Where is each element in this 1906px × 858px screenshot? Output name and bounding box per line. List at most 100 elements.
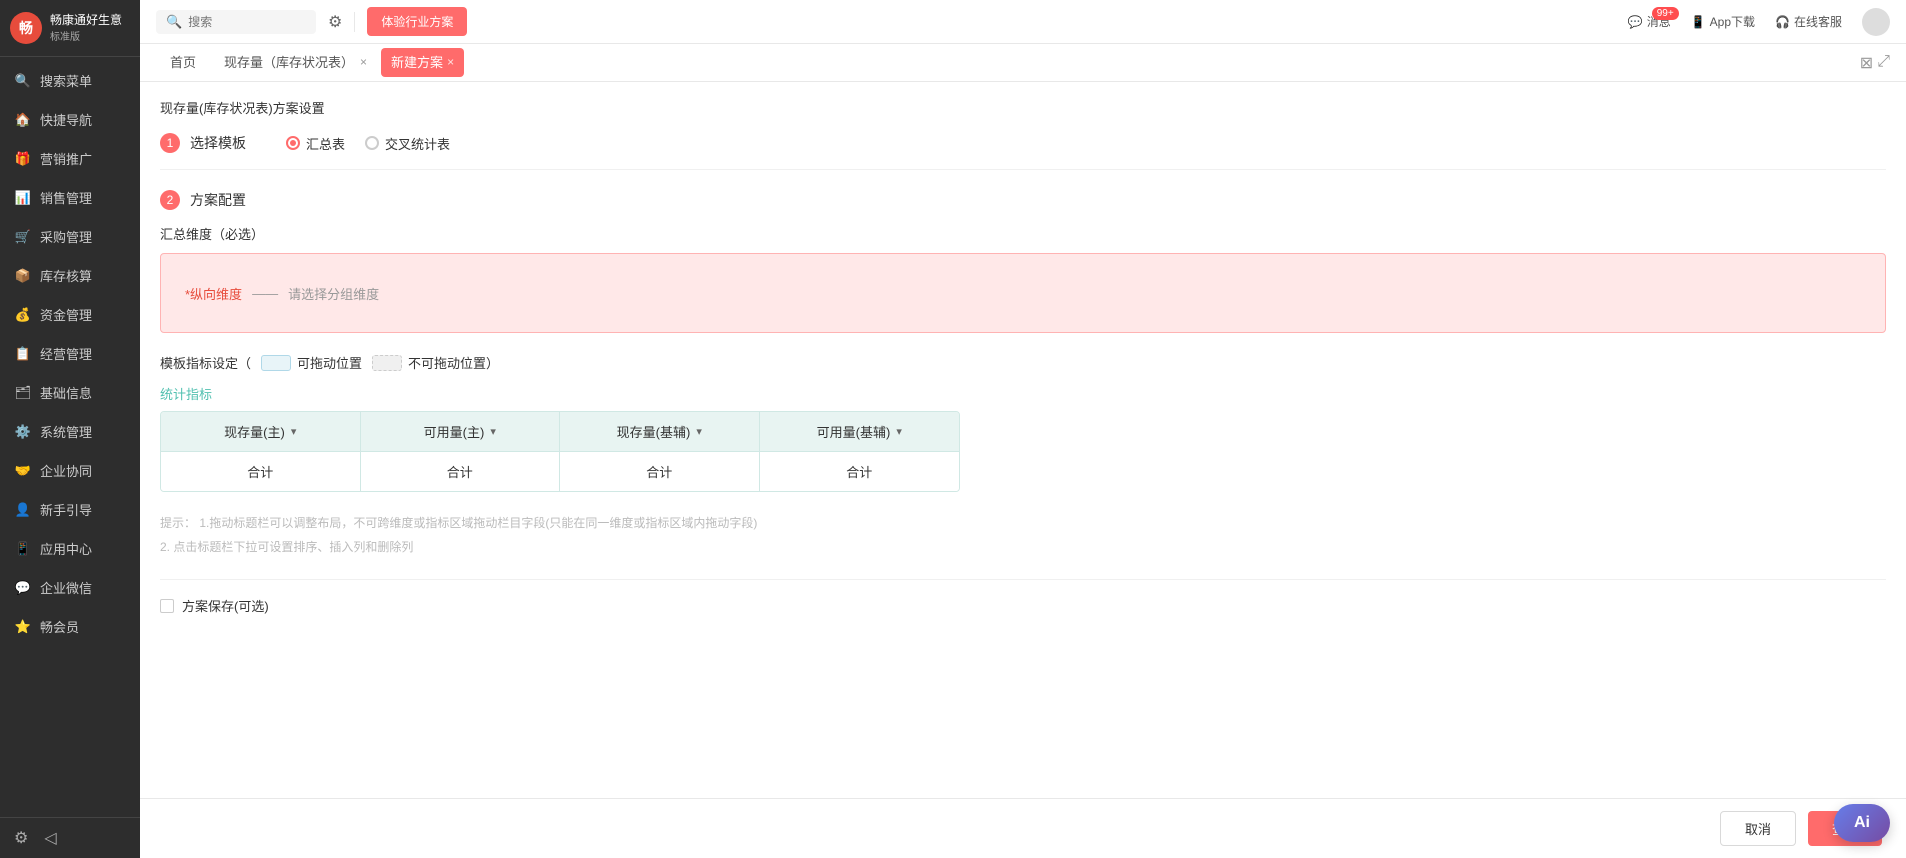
- member-icon: ⭐: [14, 618, 32, 636]
- newbie-label: 新手引导: [40, 500, 92, 519]
- sidebar: 畅 畅康通好生意 标准版 🔍 搜索菜单 🏠 快捷导航 🎁 营销推广 📊 销售管理…: [0, 0, 140, 858]
- radio-summary[interactable]: 汇总表: [286, 134, 345, 153]
- draggable-label: 可拖动位置: [297, 353, 362, 372]
- speaker-footer-icon[interactable]: ◁: [44, 828, 56, 848]
- section2-header: 2 方案配置: [160, 190, 1886, 210]
- search-box[interactable]: 🔍: [156, 10, 316, 34]
- section1-num: 1: [160, 133, 180, 153]
- sidebar-item-wechat[interactable]: 💬 企业微信: [0, 568, 140, 607]
- indicator-settings-bar: 模板指标设定（ 可拖动位置 不可拖动位置）: [160, 353, 1886, 372]
- cancel-button[interactable]: 取消: [1720, 811, 1796, 846]
- save-option-label: 方案保存(可选): [182, 596, 269, 615]
- finance-label: 资金管理: [40, 305, 92, 324]
- wechat-icon: 💬: [14, 579, 32, 597]
- tab-inventory-close[interactable]: ×: [360, 55, 367, 69]
- app-center-label: 应用中心: [40, 539, 92, 558]
- draggable-legend-box: [261, 355, 291, 371]
- sidebar-item-purchase[interactable]: 🛒 采购管理: [0, 217, 140, 256]
- inventory-label: 库存核算: [40, 266, 92, 285]
- save-divider: [160, 579, 1886, 580]
- tab-new-plan[interactable]: 新建方案 ×: [381, 48, 464, 77]
- marketing-icon: 🎁: [14, 150, 32, 168]
- sidebar-item-quick-nav[interactable]: 🏠 快捷导航: [0, 100, 140, 139]
- tip-2: 2. 点击标题栏下拉可设置排序、插入列和删除列: [160, 535, 1886, 559]
- sidebar-item-sales[interactable]: 📊 销售管理: [0, 178, 140, 217]
- sidebar-footer: ⚙ ◁: [0, 817, 140, 858]
- section2-num: 2: [160, 190, 180, 210]
- non-draggable-label: 不可拖动位置）: [408, 353, 499, 372]
- stats-table-body: 合计合计合计合计: [161, 452, 959, 491]
- dimension-placeholder-label: 请选择分组维度: [288, 284, 379, 303]
- sidebar-item-system[interactable]: ⚙️ 系统管理: [0, 412, 140, 451]
- topbar-divider: [354, 12, 355, 32]
- content-inner: 现存量(库存状况表)方案设置 1 选择模板 汇总表 交叉统计表: [140, 82, 1906, 858]
- stats-label: 统计指标: [160, 384, 1886, 403]
- sidebar-item-app-center[interactable]: 📱 应用中心: [0, 529, 140, 568]
- search-menu-icon: 🔍: [14, 72, 32, 90]
- tab-home[interactable]: 首页: [156, 44, 210, 81]
- sidebar-item-marketing[interactable]: 🎁 营销推广: [0, 139, 140, 178]
- save-checkbox[interactable]: [160, 599, 174, 613]
- stats-section: 统计指标 现存量(主)▾可用量(主)▾现存量(基辅)▾可用量(基辅)▾ 合计合计…: [160, 384, 1886, 495]
- expand-icon[interactable]: ⤢: [1877, 53, 1890, 73]
- industry-solution-button[interactable]: 体验行业方案: [367, 7, 467, 36]
- stats-body-cell: 合计: [760, 452, 960, 491]
- sidebar-item-member[interactable]: ⭐ 畅会员: [0, 607, 140, 646]
- stats-table: 现存量(主)▾可用量(主)▾现存量(基辅)▾可用量(基辅)▾ 合计合计合计合计: [160, 411, 960, 492]
- chevron-down-icon: ▾: [490, 425, 496, 438]
- inventory-icon: 📦: [14, 267, 32, 285]
- save-option: 方案保存(可选): [160, 596, 1886, 615]
- tab-inventory-label: 现存量（库存状况表）: [224, 52, 354, 71]
- radio-summary-dot: [286, 136, 300, 150]
- tab-bar: 首页 现存量（库存状况表） × 新建方案 × ⊠ ⤢: [140, 44, 1906, 82]
- enterprise-label: 企业协同: [40, 461, 92, 480]
- sidebar-item-inventory[interactable]: 📦 库存核算: [0, 256, 140, 295]
- search-input[interactable]: [188, 15, 288, 29]
- app-download-label: App下载: [1710, 13, 1755, 30]
- marketing-label: 营销推广: [40, 149, 92, 168]
- tab-inventory-status[interactable]: 现存量（库存状况表） ×: [210, 44, 381, 81]
- chevron-down-icon: ▾: [291, 425, 297, 438]
- tab-new-plan-close[interactable]: ×: [447, 55, 454, 69]
- topbar-right: 💬 消息 99+ 📱 App下载 🎧 在线客服: [1628, 8, 1890, 36]
- gear-icon[interactable]: ⚙: [328, 12, 342, 32]
- messages-nav[interactable]: 💬 消息 99+: [1628, 13, 1671, 30]
- stats-header-cell[interactable]: 现存量(主)▾: [161, 412, 361, 452]
- stats-header-cell[interactable]: 现存量(基辅)▾: [560, 412, 760, 452]
- section1-title: 选择模板: [190, 133, 246, 153]
- sidebar-item-enterprise[interactable]: 🤝 企业协同: [0, 451, 140, 490]
- radio-cross[interactable]: 交叉统计表: [365, 134, 450, 153]
- radio-cross-label: 交叉统计表: [385, 134, 450, 153]
- operations-icon: 📋: [14, 345, 32, 363]
- sidebar-logo: 畅 畅康通好生意 标准版: [0, 0, 140, 57]
- app-logo-icon: 畅: [10, 12, 42, 44]
- sidebar-item-basic-info[interactable]: 🗂 基础信息: [0, 373, 140, 412]
- non-draggable-legend-box: [372, 355, 402, 371]
- non-draggable-legend: 不可拖动位置）: [372, 353, 499, 372]
- search-icon: 🔍: [166, 14, 182, 30]
- topbar: 🔍 ⚙ 体验行业方案 💬 消息 99+ 📱 App下载 🎧 在线客服: [140, 0, 1906, 44]
- customer-service-nav[interactable]: 🎧 在线客服: [1775, 13, 1842, 30]
- search-menu-label: 搜索菜单: [40, 71, 92, 90]
- section-config: 2 方案配置 汇总维度（必选） *纵向维度 —— 请选择分组维度 模板指标设定（…: [160, 190, 1886, 559]
- sidebar-item-finance[interactable]: 💰 资金管理: [0, 295, 140, 334]
- app-download-nav[interactable]: 📱 App下载: [1691, 13, 1755, 30]
- stats-body-cell: 合计: [361, 452, 561, 491]
- collapse-icon[interactable]: ⊠: [1860, 53, 1873, 73]
- purchase-label: 采购管理: [40, 227, 92, 246]
- finance-icon: 💰: [14, 306, 32, 324]
- app-logo-text: 畅康通好生意 标准版: [50, 13, 122, 44]
- sidebar-item-operations[interactable]: 📋 经营管理: [0, 334, 140, 373]
- ai-bubble[interactable]: Ai: [1834, 804, 1890, 842]
- dimension-area[interactable]: *纵向维度 —— 请选择分组维度: [160, 253, 1886, 333]
- stats-header-cell[interactable]: 可用量(基辅)▾: [760, 412, 960, 452]
- settings-footer-icon[interactable]: ⚙: [14, 828, 28, 848]
- wechat-label: 企业微信: [40, 578, 92, 597]
- user-avatar[interactable]: [1862, 8, 1890, 36]
- sidebar-nav: 🔍 搜索菜单 🏠 快捷导航 🎁 营销推广 📊 销售管理 🛒 采购管理 📦 库存核…: [0, 57, 140, 817]
- sidebar-item-search-menu[interactable]: 🔍 搜索菜单: [0, 61, 140, 100]
- sidebar-item-newbie[interactable]: 👤 新手引导: [0, 490, 140, 529]
- system-label: 系统管理: [40, 422, 92, 441]
- stats-header-cell[interactable]: 可用量(主)▾: [361, 412, 561, 452]
- stats-body-cell: 合计: [161, 452, 361, 491]
